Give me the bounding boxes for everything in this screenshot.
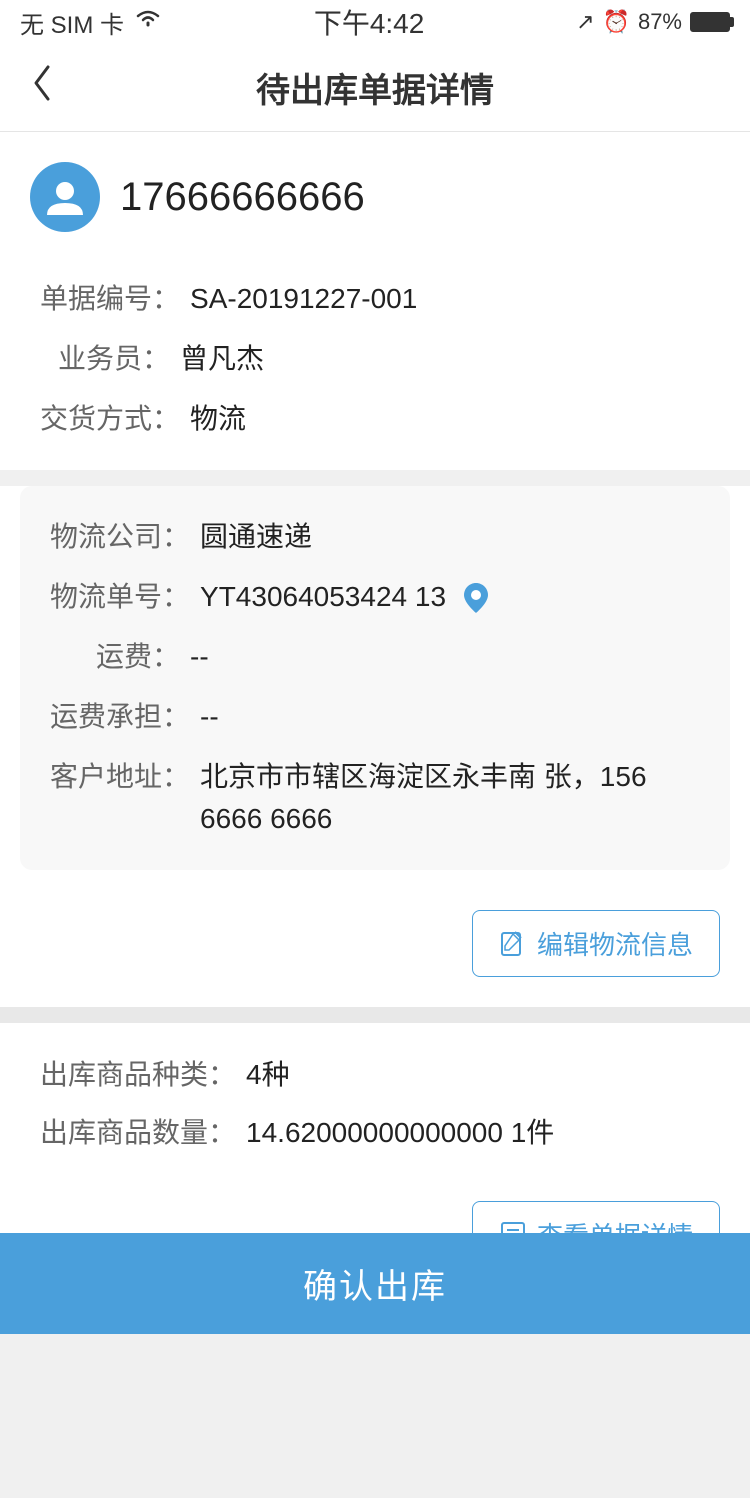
doc-number-label: 单据编号：	[40, 278, 180, 320]
logistics-card: 物流公司： 圆通速递 物流单号： YT43064053424 13 运费： --…	[20, 486, 730, 870]
doc-number-row: 单据编号： SA-20191227-001	[40, 278, 710, 320]
goods-types-label: 出库商品种类：	[40, 1053, 236, 1093]
alarm-icon: ⏰	[603, 9, 630, 35]
section-separator	[0, 1007, 750, 1023]
delivery-method-row: 交货方式： 物流	[40, 398, 710, 440]
goods-types-value: 4种	[246, 1053, 290, 1093]
sales-rep-label: 业务员：	[40, 338, 170, 380]
status-time: 下午4:42	[314, 2, 425, 42]
back-button[interactable]	[30, 53, 64, 122]
freight-label: 运费：	[50, 636, 180, 678]
customer-header: 17666666666	[0, 132, 750, 232]
confirm-outbound-button[interactable]: 确认出库	[0, 1259, 750, 1308]
status-right: ↗ ⏰ 87%	[576, 9, 730, 35]
address-label: 客户地址：	[50, 756, 190, 798]
freight-bear-row: 运费承担： --	[50, 696, 700, 738]
goods-quantity-value: 14.62000000000000 1件	[246, 1111, 554, 1151]
freight-bear-label: 运费承担：	[50, 696, 190, 738]
customer-phone: 17666666666	[120, 175, 365, 220]
wifi-icon	[134, 8, 162, 36]
freight-row: 运费： --	[50, 636, 700, 678]
freight-value: --	[190, 636, 700, 678]
status-bar: 无 SIM 卡 下午4:42 ↗ ⏰ 87%	[0, 0, 750, 44]
battery-label: 87%	[638, 9, 682, 35]
edit-btn-container: 编辑物流信息	[0, 890, 750, 1007]
battery-icon	[690, 12, 730, 32]
map-location-icon[interactable]	[458, 579, 494, 615]
goods-quantity-row: 出库商品数量： 14.62000000000000 1件	[40, 1111, 710, 1151]
doc-number-value: SA-20191227-001	[190, 278, 710, 320]
confirm-btn-container: 确认出库	[0, 1233, 750, 1334]
address-value: 北京市市辖区海淀区永丰南 张，156 6666 6666	[200, 756, 700, 840]
logistics-tracking-row: 物流单号： YT43064053424 13	[50, 576, 700, 618]
delivery-method-value: 物流	[190, 398, 710, 440]
status-left: 无 SIM 卡	[20, 5, 162, 40]
edit-logistics-button[interactable]: 编辑物流信息	[472, 910, 720, 977]
goods-quantity-label: 出库商品数量：	[40, 1111, 236, 1151]
address-row: 客户地址： 北京市市辖区海淀区永丰南 张，156 6666 6666	[50, 756, 700, 840]
edit-icon	[499, 930, 527, 958]
carrier-label: 无 SIM 卡	[20, 5, 124, 40]
logistics-tracking-value: YT43064053424 13	[200, 576, 700, 618]
sales-rep-value: 曾凡杰	[180, 338, 710, 380]
nav-bar: 待出库单据详情	[0, 44, 750, 132]
goods-section: 出库商品种类： 4种 出库商品数量： 14.62000000000000 1件	[0, 1023, 750, 1181]
delivery-method-label: 交货方式：	[40, 398, 180, 440]
logistics-company-label: 物流公司：	[50, 516, 190, 558]
logistics-tracking-label: 物流单号：	[50, 576, 190, 618]
freight-bear-value: --	[200, 696, 700, 738]
logistics-company-row: 物流公司： 圆通速递	[50, 516, 700, 558]
goods-types-row: 出库商品种类： 4种	[40, 1053, 710, 1093]
sales-rep-row: 业务员： 曾凡杰	[40, 338, 710, 380]
avatar	[30, 162, 100, 232]
location-status-icon: ↗	[576, 9, 594, 35]
page-title: 待出库单据详情	[256, 63, 494, 112]
logistics-company-value: 圆通速递	[200, 516, 700, 558]
document-info-section: 单据编号： SA-20191227-001 业务员： 曾凡杰 交货方式： 物流	[0, 248, 750, 470]
dashed-separator	[0, 232, 750, 248]
